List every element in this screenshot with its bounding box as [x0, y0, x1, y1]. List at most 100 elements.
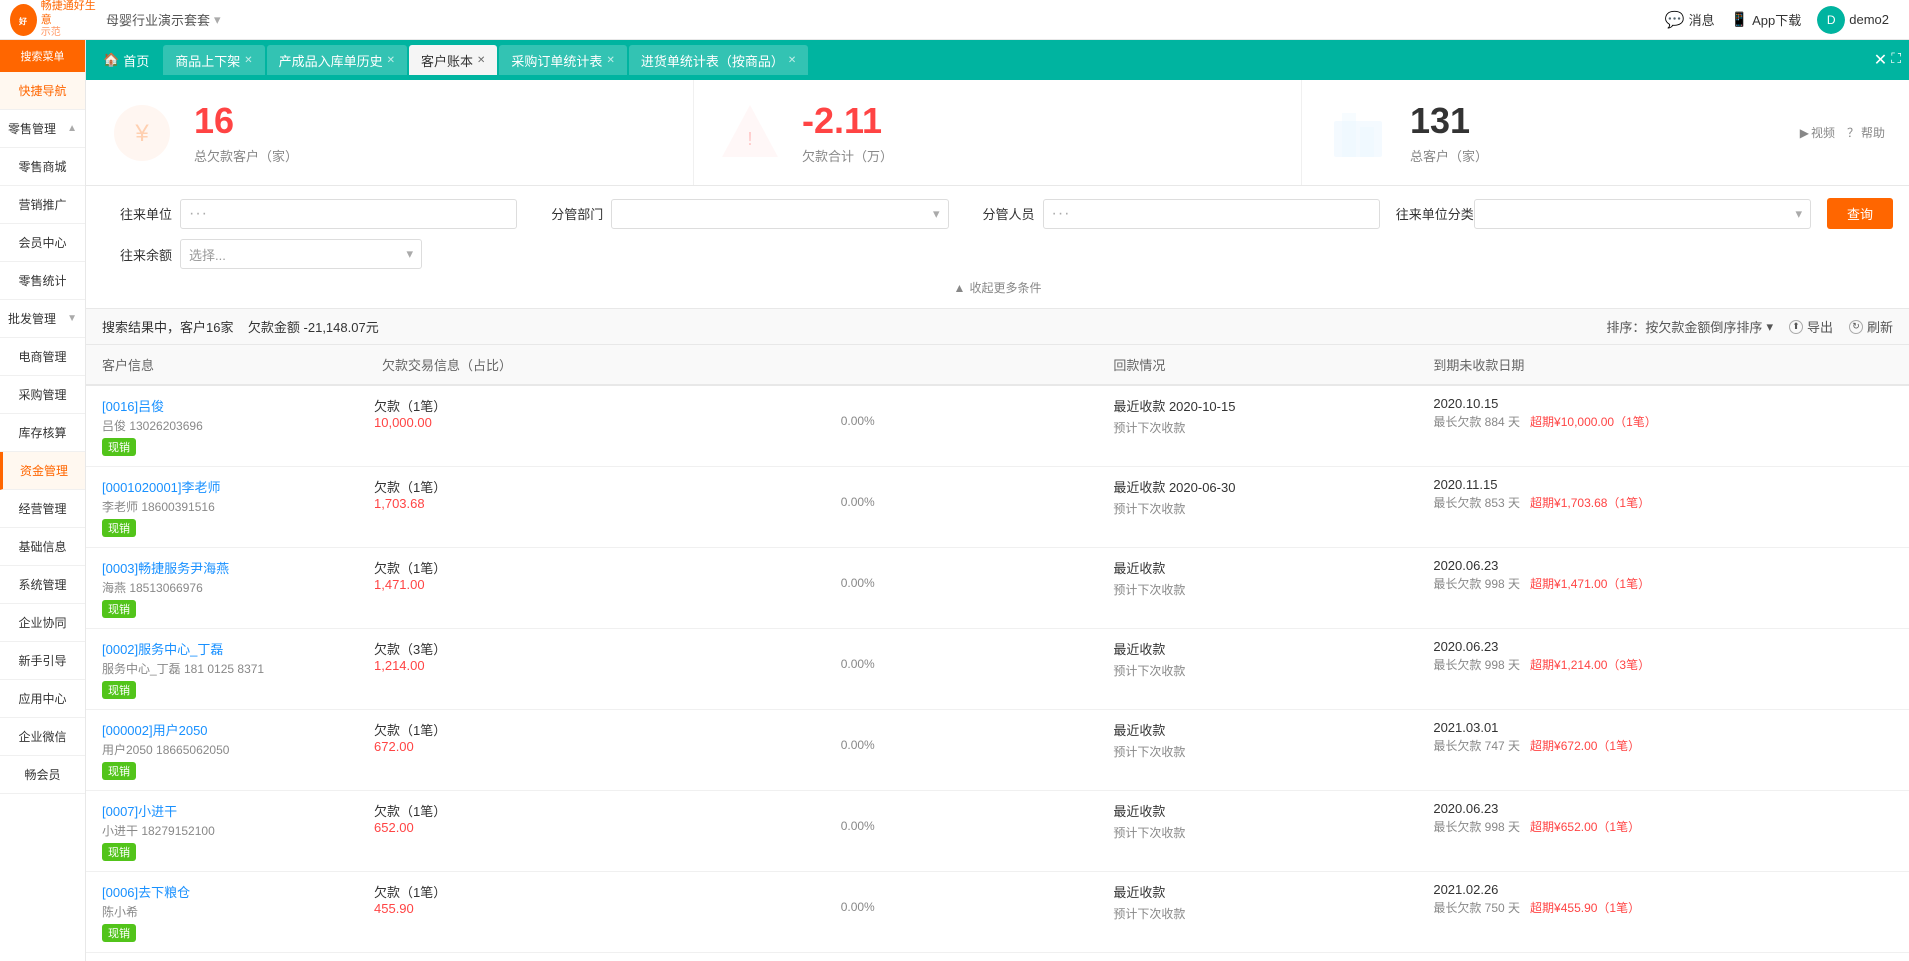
recovery-cell-7: 最近收款 预计下次收款 [1097, 953, 1417, 961]
overdue-cell-3: 2020.06.23 最长欠款 998 天 超期¥1,214.00（3笔） [1417, 629, 1909, 710]
customer-meta-5: 小进干 18279152100 [102, 822, 350, 839]
sidebar-item-appstore[interactable]: 应用中心 [0, 680, 85, 718]
sidebar-item-guide[interactable]: 新手引导 [0, 642, 85, 680]
filter-label-balance: 往来余额 [102, 245, 172, 264]
debt-amount-2[interactable]: 1,471.00 [374, 577, 825, 592]
close-icon-4[interactable]: ✕ [606, 55, 614, 66]
customer-name-link-6[interactable]: [0006]去下粮仓 [102, 882, 350, 901]
customer-name-link-1[interactable]: [0001020001]李老师 [102, 477, 350, 496]
sort-button[interactable]: 排序：按欠款金额倒序排序 ▾ [1606, 317, 1773, 336]
play-icon: ▶ [1800, 126, 1809, 140]
tab-home[interactable]: 🏠 首页 [91, 45, 161, 75]
sidebar-item-member[interactable]: 会员中心 [0, 224, 85, 262]
customer-tag-3: 现销 [102, 681, 136, 699]
chevron-down-balance: ▾ [406, 246, 413, 262]
customer-name-link-3[interactable]: [0002]服务中心_丁磊 [102, 639, 350, 658]
tab-inventory-stats[interactable]: 进货单统计表（按商品） ✕ [629, 45, 808, 75]
debt-amount-1[interactable]: 1,703.68 [374, 496, 825, 511]
sidebar-item-wechat[interactable]: 企业微信 [0, 718, 85, 756]
debt-amount-5[interactable]: 652.00 [374, 820, 825, 835]
table-row: [0002]服务中心_丁磊 服务中心_丁磊 181 0125 8371 现销 欠… [86, 629, 1909, 710]
summary-card-debt-total: ! -2.11 欠款合计（万） [694, 80, 1302, 185]
tab-production-history[interactable]: 产成品入库单历史 ✕ [267, 45, 407, 75]
customer-name-link-0[interactable]: [0016]吕俊 [102, 396, 350, 415]
sidebar-item-retail-stats[interactable]: 零售统计 [0, 262, 85, 300]
next-payment-5: 预计下次收款 [1113, 824, 1401, 841]
overdue-link-2[interactable]: 超期¥1,471.00（1笔） [1530, 577, 1650, 591]
next-payment-1: 预计下次收款 [1113, 500, 1401, 517]
filter-row-2: 往来余额 选择... ▾ [102, 239, 1893, 269]
video-link[interactable]: ▶ 视频 [1800, 124, 1835, 141]
sidebar-item-retail-mall[interactable]: 零售商城 [0, 148, 85, 186]
filter-item-dept: 分管部门 ▾ [533, 199, 948, 229]
customer-name-link-2[interactable]: [0003]畅捷服务尹海燕 [102, 558, 350, 577]
summary-card-debt-customers: ¥ 16 总欠款客户（家） [86, 80, 694, 185]
customer-meta-4: 用户2050 18665062050 [102, 741, 350, 758]
overdue-link-5[interactable]: 超期¥652.00（1笔） [1530, 820, 1640, 834]
filter-input-unit[interactable]: ··· [180, 199, 517, 229]
sidebar-item-inventory[interactable]: 库存核算 [0, 414, 85, 452]
sidebar-item-membership[interactable]: 畅会员 [0, 756, 85, 794]
overdue-link-6[interactable]: 超期¥455.90（1笔） [1530, 901, 1640, 915]
sidebar-item-finance[interactable]: 资金管理 [0, 452, 85, 490]
close-icon-3[interactable]: ✕ [477, 55, 485, 66]
dots-icon: ··· [189, 205, 208, 223]
user-profile[interactable]: D demo2 [1817, 6, 1889, 34]
close-icon-2[interactable]: ✕ [387, 55, 395, 66]
debt-amount-3[interactable]: 1,214.00 [374, 658, 825, 673]
tab-product-listing[interactable]: 商品上下架 ✕ [163, 45, 264, 75]
sidebar-item-system[interactable]: 系统管理 [0, 566, 85, 604]
customer-meta-3: 服务中心_丁磊 181 0125 8371 [102, 660, 350, 677]
debt-amount-0[interactable]: 10,000.00 [374, 415, 825, 430]
debt-customers-label: 总欠款客户（家） [194, 146, 669, 165]
debt-count-cell-5: 欠款（1笔） 652.00 [366, 791, 833, 872]
sidebar-item-purchase[interactable]: 采购管理 [0, 376, 85, 414]
filter-select-balance[interactable]: 选择... ▾ [180, 239, 422, 269]
search-button[interactable]: 查询 [1827, 198, 1893, 229]
table-row: [0016]吕俊 吕俊 13026203696 现销 欠款（1笔） 10,000… [86, 385, 1909, 467]
close-icon-5[interactable]: ✕ [788, 55, 796, 66]
message-button[interactable]: 💬 消息 [1665, 10, 1715, 30]
filter-label-unit: 往来单位 [102, 204, 172, 223]
refresh-button[interactable]: ↻ 刷新 [1849, 317, 1893, 336]
close-all-tabs-icon[interactable]: ✕ [1874, 50, 1887, 70]
sidebar-item-ecommerce[interactable]: 电商管理 [0, 338, 85, 376]
sidebar-item-marketing[interactable]: 营销推广 [0, 186, 85, 224]
debt-amount-4[interactable]: 672.00 [374, 739, 825, 754]
overdue-days-6: 最长欠款 750 天 超期¥455.90（1笔） [1433, 899, 1893, 916]
close-icon-1[interactable]: ✕ [244, 55, 252, 66]
sidebar-item-wholesale-mgmt[interactable]: 批发管理 ▼ [0, 300, 85, 338]
filter-input-person[interactable]: ··· [1043, 199, 1380, 229]
debt-amount-6[interactable]: 455.90 [374, 901, 825, 916]
recovery-cell-0: 最近收款 2020-10-15 预计下次收款 [1097, 385, 1417, 467]
filter-select-category[interactable]: ▾ [1474, 199, 1811, 229]
filter-label-category: 往来单位分类 [1396, 204, 1466, 223]
overdue-link-1[interactable]: 超期¥1,703.68（1笔） [1530, 496, 1650, 510]
sidebar-item-retail-mgmt[interactable]: 零售管理 ▲ [0, 110, 85, 148]
suite-selector[interactable]: 母婴行业演示套套 ▾ [96, 10, 1655, 29]
filter-select-dept[interactable]: ▾ [611, 199, 948, 229]
overdue-link-3[interactable]: 超期¥1,214.00（3笔） [1530, 658, 1650, 672]
search-menu-button[interactable]: 搜索菜单 [0, 40, 85, 72]
expand-icon[interactable]: ⛶ [1891, 50, 1901, 70]
collapse-button[interactable]: ▲ 收起更多条件 [954, 279, 1042, 296]
debt-count-cell-1: 欠款（1笔） 1,703.68 [366, 467, 833, 548]
filter-row-1: 往来单位 ··· 分管部门 ▾ 分管人员 [102, 198, 1893, 229]
sidebar-item-quick-nav[interactable]: 快捷导航 [0, 72, 85, 110]
sidebar-item-collab[interactable]: 企业协同 [0, 604, 85, 642]
overdue-link-0[interactable]: 超期¥10,000.00（1笔） [1530, 415, 1657, 429]
overdue-link-4[interactable]: 超期¥672.00（1笔） [1530, 739, 1640, 753]
customer-name-link-4[interactable]: [000002]用户2050 [102, 720, 350, 739]
customer-name-link-5[interactable]: [0007]小进干 [102, 801, 350, 820]
help-link[interactable]: ？ 帮助 [1847, 124, 1885, 141]
sidebar-item-basic-info[interactable]: 基础信息 [0, 528, 85, 566]
tab-purchase-order-stats[interactable]: 采购订单统计表 ✕ [499, 45, 626, 75]
col-customer-info: 客户信息 [86, 345, 366, 385]
table-row: [0007]小进干 小进干 18279152100 现销 欠款（1笔） 652.… [86, 791, 1909, 872]
export-button[interactable]: ⬆ 导出 [1789, 317, 1833, 336]
sidebar-item-operations[interactable]: 经营管理 [0, 490, 85, 528]
tab-customer-account[interactable]: 客户账本 ✕ [409, 45, 497, 75]
app-container: 好 畅捷通好生意 示范 母婴行业演示套套 ▾ 💬 消息 📱 App下载 [0, 0, 1909, 961]
app-download-button[interactable]: 📱 App下载 [1731, 10, 1802, 29]
overdue-cell-6: 2021.02.26 最长欠款 750 天 超期¥455.90（1笔） [1417, 872, 1909, 953]
